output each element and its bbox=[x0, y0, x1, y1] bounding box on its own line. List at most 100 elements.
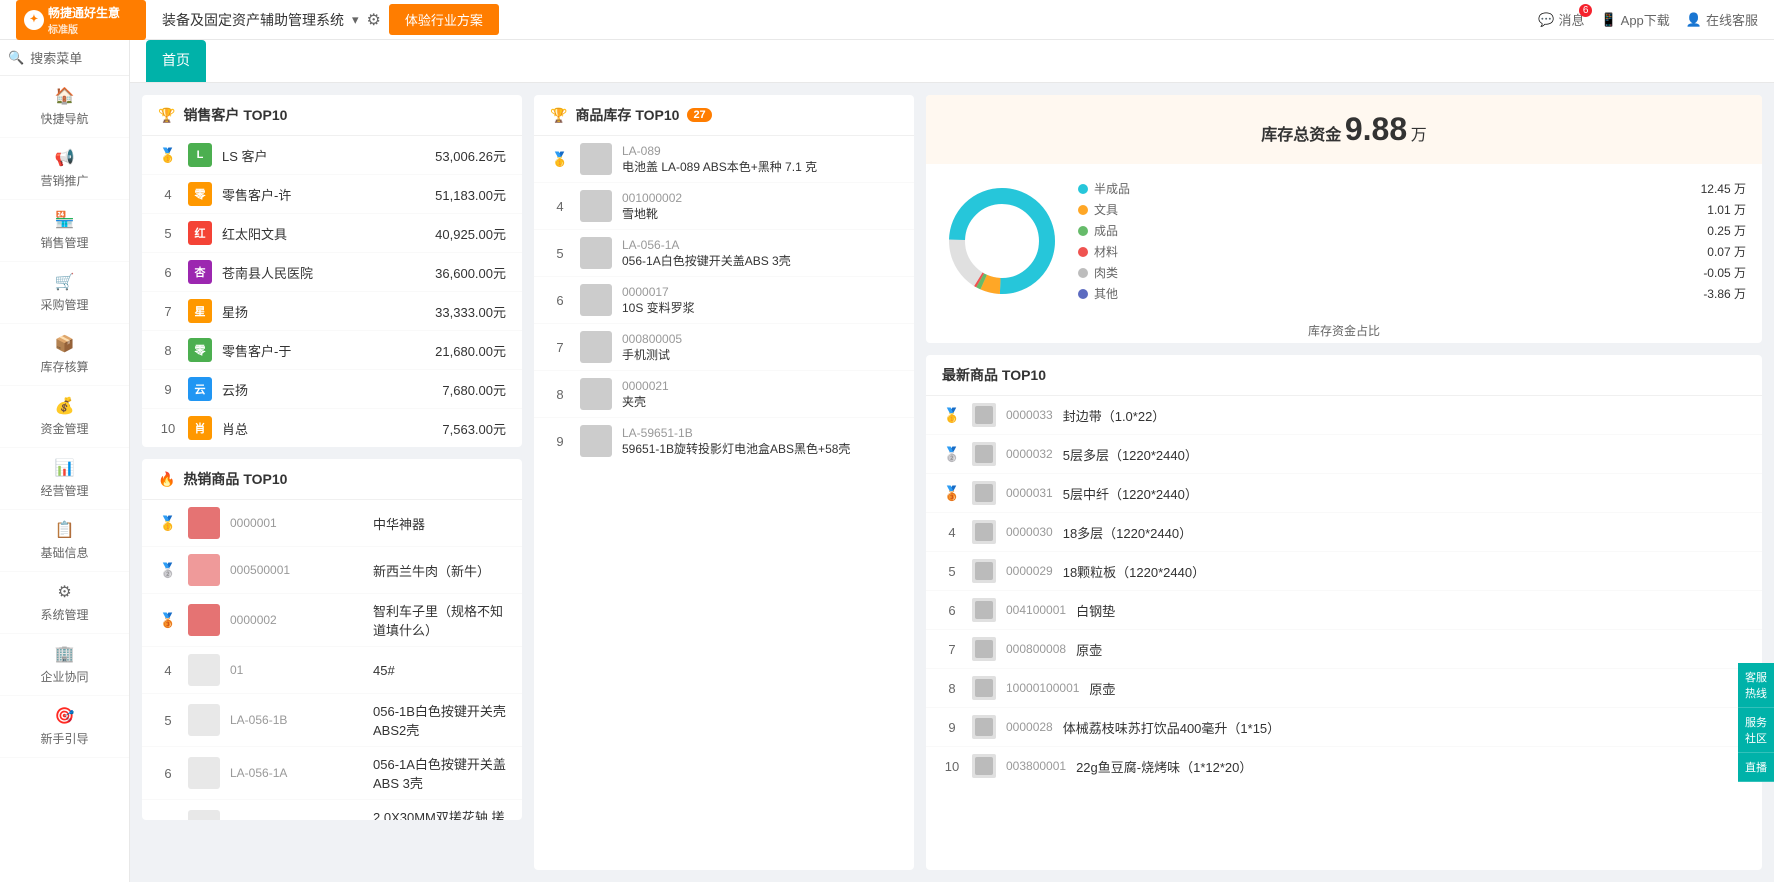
float-buttons: 客服热线 服务社区 直播 bbox=[1738, 663, 1774, 782]
rank-8: 10 bbox=[158, 421, 178, 436]
new-rank-4: 4 bbox=[942, 525, 962, 540]
legend-dot-5 bbox=[1078, 268, 1088, 278]
trial-button[interactable]: 体验行业方案 bbox=[389, 4, 499, 35]
hot-name-2: 新西兰牛肉（新牛） bbox=[373, 561, 506, 580]
new-rank-9: 9 bbox=[942, 720, 962, 735]
new-img-6 bbox=[972, 598, 996, 622]
customer-value-8: 7,563.00元 bbox=[442, 419, 506, 438]
enterprise-icon: 🏢 bbox=[55, 644, 75, 664]
hot-img-5 bbox=[188, 704, 220, 736]
sidebar-item-basics[interactable]: 📋 基础信息 bbox=[0, 510, 129, 572]
hot-code-1: 0000001 bbox=[230, 516, 363, 530]
new-img-1 bbox=[972, 403, 996, 427]
hot-products-list: 🥇 0000001 中华神器 🥈 000500001 新西兰牛肉（新牛） bbox=[142, 500, 522, 820]
sidebar-item-system[interactable]: ⚙ 系统管理 bbox=[0, 572, 129, 634]
sidebar-label-basics: 基础信息 bbox=[40, 544, 88, 561]
inv-code-3: LA-056-1A bbox=[622, 238, 898, 252]
app-icon: 📱 bbox=[1600, 12, 1616, 28]
new-item-6: 6 004100001 白钢垫 bbox=[926, 591, 1762, 630]
hot-rank-7: 7 bbox=[158, 819, 178, 821]
customer-top10-header: 🏆 销售客户 TOP10 bbox=[142, 95, 522, 136]
new-name-6: 白钢垫 bbox=[1076, 601, 1115, 620]
customer-item-8: 10 肖 肖总 7,563.00元 bbox=[142, 409, 522, 447]
new-name-9: 体械荔枝味苏打饮品400毫升（1*15） bbox=[1063, 718, 1280, 737]
legend-dot-4 bbox=[1078, 247, 1088, 257]
sidebar-item-inventory[interactable]: 📦 库存核算 bbox=[0, 324, 129, 386]
float-btn-service[interactable]: 客服热线 bbox=[1738, 663, 1774, 708]
service-icon: 👤 bbox=[1686, 12, 1702, 28]
customer-value-4: 36,600.00元 bbox=[435, 263, 506, 282]
new-item-10: 10 003800001 22g鱼豆腐-烧烤味（1*12*20） bbox=[926, 747, 1762, 785]
legend-value-3: 0.25 万 bbox=[1707, 222, 1746, 239]
hot-img-7 bbox=[188, 810, 220, 820]
hot-products-title: 热销商品 TOP10 bbox=[183, 469, 287, 489]
new-code-5: 0000029 bbox=[1006, 564, 1053, 578]
sidebar-item-guide[interactable]: 🎯 新手引导 bbox=[0, 696, 129, 758]
customer-name-5: 星扬 bbox=[222, 302, 425, 321]
medal-1: 🥇 bbox=[158, 147, 178, 164]
inv-code-2: 001000002 bbox=[622, 191, 898, 205]
hot-name-5: 056-1B白色按键开关壳ABS2壳 bbox=[373, 701, 506, 739]
inv-img-6 bbox=[580, 378, 612, 410]
inv-item-4: 6 0000017 10S 变料罗浆 bbox=[534, 277, 914, 324]
tab-home-label: 首页 bbox=[162, 52, 190, 68]
system-icon: ⚙ bbox=[57, 582, 71, 602]
hot-name-7: 2.0X30MM双搓花轴.搓花直径2.1MM/ROHS bbox=[373, 807, 506, 820]
rank-6: 8 bbox=[158, 343, 178, 358]
sidebar-item-sales[interactable]: 🏪 销售管理 bbox=[0, 200, 129, 262]
rank-4: 6 bbox=[158, 265, 178, 280]
sidebar-item-quicknav[interactable]: 🏠 快捷导航 bbox=[0, 76, 129, 138]
sidebar-item-enterprise[interactable]: 🏢 企业协同 bbox=[0, 634, 129, 696]
trophy-icon: 🏆 bbox=[158, 107, 175, 124]
new-code-10: 003800001 bbox=[1006, 759, 1066, 773]
new-rank-6: 6 bbox=[942, 603, 962, 618]
sidebar-item-finance[interactable]: 💰 资金管理 bbox=[0, 386, 129, 448]
message-button[interactable]: 💬 消息 6 bbox=[1538, 10, 1584, 29]
customer-name-8: 肖总 bbox=[222, 419, 432, 438]
online-service-button[interactable]: 👤 在线客服 bbox=[1686, 10, 1758, 29]
float-btn-community[interactable]: 服务社区 bbox=[1738, 708, 1774, 753]
tab-home[interactable]: 首页 bbox=[146, 40, 206, 82]
inv-img-5 bbox=[580, 331, 612, 363]
guide-icon: 🎯 bbox=[55, 706, 75, 726]
legend-item-2: 文具 1.01 万 bbox=[1078, 201, 1746, 218]
inventory-total-label: 库存总资金 bbox=[1261, 127, 1341, 144]
donut-section: 半成品 12.45 万 文具 1.01 万 成品 0 bbox=[926, 164, 1762, 318]
new-item-5: 5 0000029 18颗粒板（1220*2440） bbox=[926, 552, 1762, 591]
app-download-button[interactable]: 📱 App下载 bbox=[1600, 10, 1669, 29]
inv-rank-4: 6 bbox=[550, 293, 570, 308]
gear-icon[interactable]: ⚙ bbox=[367, 10, 381, 30]
right-panel: 库存总资金 9.88 万 bbox=[926, 95, 1762, 870]
hot-name-3: 智利车子里（规格不知道填什么） bbox=[373, 601, 506, 639]
new-name-4: 18多层（1220*2440） bbox=[1063, 523, 1192, 542]
hot-code-6: LA-056-1A bbox=[230, 766, 363, 780]
new-code-6: 004100001 bbox=[1006, 603, 1066, 617]
legend-item-5: 肉类 -0.05 万 bbox=[1078, 264, 1746, 281]
sidebar-item-purchase[interactable]: 🛒 采购管理 bbox=[0, 262, 129, 324]
dropdown-icon[interactable]: ▾ bbox=[352, 12, 359, 28]
hot-img-1 bbox=[188, 507, 220, 539]
new-name-3: 5层中纤（1220*2440） bbox=[1063, 484, 1198, 503]
hot-img-2 bbox=[188, 554, 220, 586]
avatar-7: 云 bbox=[188, 377, 212, 401]
donut-svg bbox=[942, 181, 1062, 301]
new-code-2: 0000032 bbox=[1006, 447, 1053, 461]
logo: ✦ 畅捷通好生意 标准版 bbox=[16, 0, 146, 40]
rank-7: 9 bbox=[158, 382, 178, 397]
customer-item-2: 4 零 零售客户-许 51,183.00元 bbox=[142, 175, 522, 214]
sidebar-search[interactable]: 🔍 搜索菜单 bbox=[0, 40, 129, 76]
hot-icon: 🔥 bbox=[158, 471, 175, 488]
rank-2: 4 bbox=[158, 187, 178, 202]
inv-img-2 bbox=[580, 190, 612, 222]
new-item-1: 🥇 0000033 封边带（1.0*22） bbox=[926, 396, 1762, 435]
sidebar-item-operations[interactable]: 📊 经营管理 bbox=[0, 448, 129, 510]
inv-code-1: LA-089 bbox=[622, 144, 898, 158]
float-btn-live[interactable]: 直播 bbox=[1738, 753, 1774, 782]
hot-item-7: 7 NB2.0X30B 2.0X30MM双搓花轴.搓花直径2.1MM/ROHS bbox=[142, 800, 522, 820]
new-name-7: 原壶 bbox=[1076, 640, 1102, 659]
inv-img-4 bbox=[580, 284, 612, 316]
sidebar-item-marketing[interactable]: 📢 营销推广 bbox=[0, 138, 129, 200]
inventory-total-card: 库存总资金 9.88 万 bbox=[926, 95, 1762, 343]
finance-icon: 💰 bbox=[55, 396, 75, 416]
customer-item-1: 🥇 L LS 客户 53,006.26元 bbox=[142, 136, 522, 175]
